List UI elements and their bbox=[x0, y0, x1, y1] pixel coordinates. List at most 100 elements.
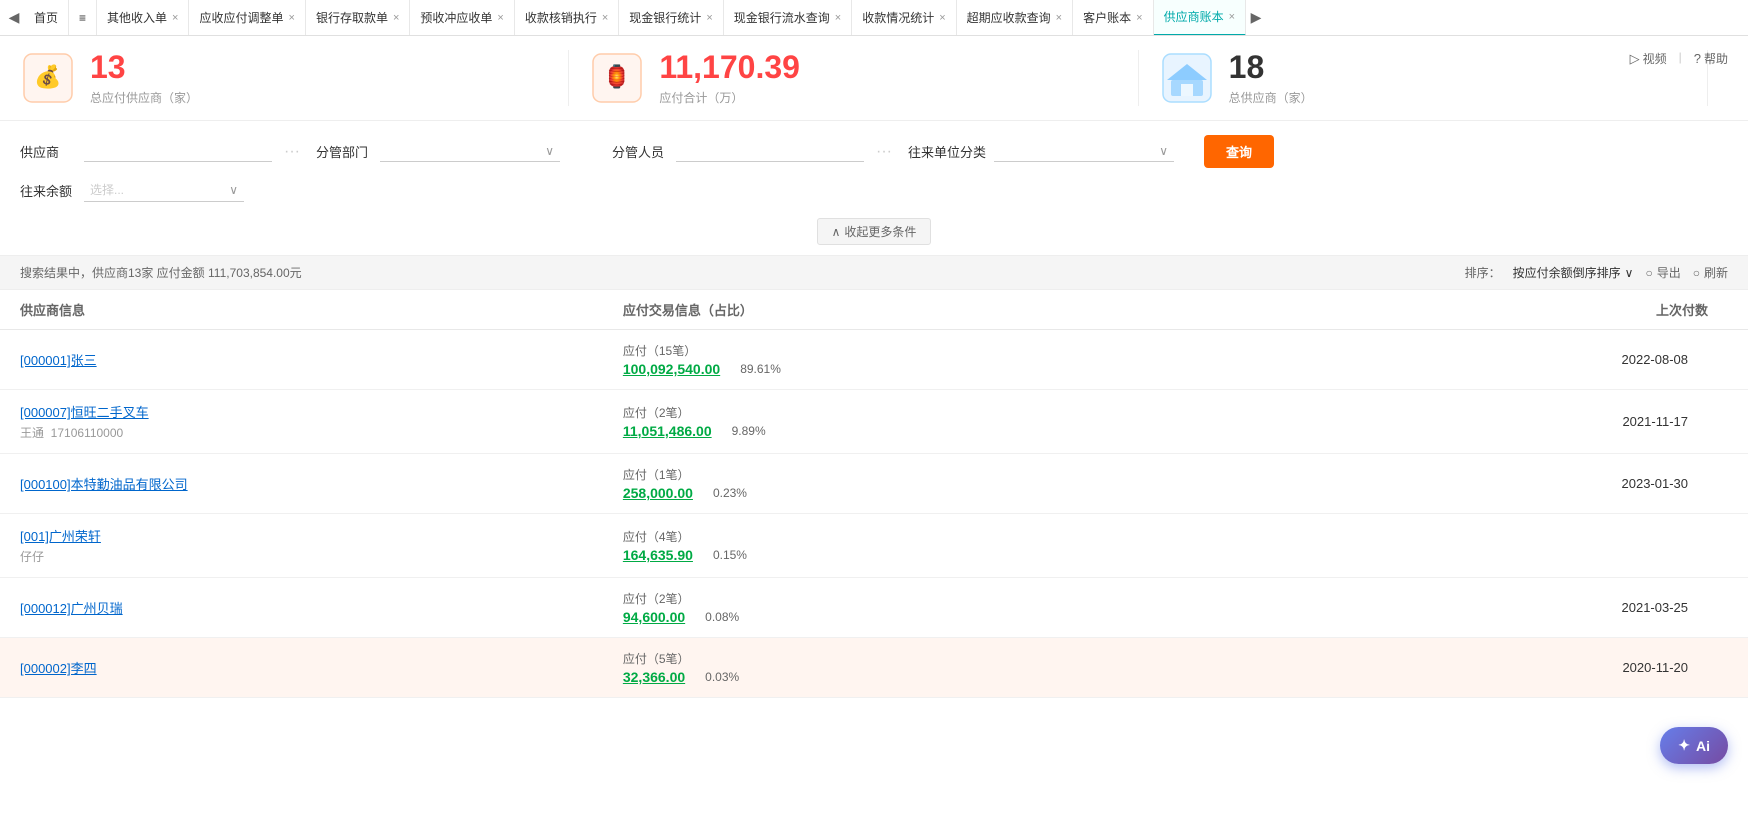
department-chevron: ∨ bbox=[545, 144, 554, 158]
nav-tab-other-income[interactable]: 其他收入单 × bbox=[97, 0, 189, 36]
trade-amount-3[interactable]: 258,000.00 bbox=[623, 485, 693, 501]
trade-amount-2[interactable]: 11,051,486.00 bbox=[623, 423, 712, 439]
nav-tab-receipt-stat[interactable]: 收款情况统计 × bbox=[852, 0, 956, 36]
sort-select[interactable]: 按应付余额倒序排序 ∨ bbox=[1513, 264, 1634, 281]
department-select[interactable]: ∨ bbox=[380, 141, 560, 162]
trade-cell-3: 应付（1笔） 258,000.00 0.23% bbox=[623, 466, 1346, 501]
last-pay-cell-5: 2021-03-25 bbox=[1346, 600, 1728, 615]
ap-suppliers-number: 13 bbox=[90, 50, 198, 85]
close-overdue-ar[interactable]: × bbox=[1056, 12, 1062, 24]
table-row[interactable]: [000001]张三 应付（15笔） 100,092,540.00 89.61%… bbox=[0, 330, 1748, 390]
nav-tab-overdue-ar[interactable]: 超期应收款查询 × bbox=[957, 0, 1073, 36]
trade-amount-6[interactable]: 32,366.00 bbox=[623, 669, 685, 685]
table-row[interactable]: [001]广州荣轩 仔仔 应付（4笔） 164,635.90 0.15% bbox=[0, 514, 1748, 578]
export-btn[interactable]: ○ 导出 bbox=[1645, 264, 1680, 281]
supplier-input[interactable] bbox=[84, 141, 272, 162]
table-row[interactable]: [000012]广州贝瑞 应付（2笔） 94,600.00 0.08% 2021… bbox=[0, 578, 1748, 638]
header-last-pay: 上次付数 bbox=[1346, 300, 1728, 319]
search-button[interactable]: 查询 bbox=[1204, 135, 1274, 168]
table-row[interactable]: [000100]本特勤油品有限公司 应付（1笔） 258,000.00 0.23… bbox=[0, 454, 1748, 514]
ap-suppliers-icon: 💰 bbox=[20, 50, 76, 106]
nav-tab-cash-flow[interactable]: 现金银行流水查询 × bbox=[724, 0, 852, 36]
total-suppliers-number: 18 bbox=[1229, 50, 1313, 85]
nav-tab-home[interactable]: 首页 bbox=[24, 0, 69, 36]
trade-cell-5: 应付（2笔） 94,600.00 0.08% bbox=[623, 590, 1346, 625]
balance-select[interactable]: 选择... ∨ bbox=[84, 178, 244, 202]
stat-ap-suppliers: 💰 13 总应付供应商（家） bbox=[20, 50, 569, 106]
supplier-label: 供应商 bbox=[20, 142, 76, 161]
nav-tab-customer-book[interactable]: 客户账本 × bbox=[1073, 0, 1153, 36]
unit-type-select[interactable]: ∨ bbox=[994, 141, 1174, 162]
close-other-income[interactable]: × bbox=[172, 12, 178, 24]
nav-tab-bank[interactable]: 银行存取款单 × bbox=[306, 0, 410, 36]
export-icon: ○ bbox=[1645, 266, 1652, 280]
filter-balance: 往来余额 选择... ∨ bbox=[20, 178, 300, 202]
trade-amount-1[interactable]: 100,092,540.00 bbox=[623, 361, 720, 377]
close-supplier-book[interactable]: × bbox=[1229, 11, 1235, 23]
ai-button[interactable]: ✦ Ai bbox=[1660, 727, 1728, 764]
filter-row-2: 往来余额 选择... ∨ bbox=[20, 178, 1728, 202]
ai-icon: ✦ bbox=[1678, 737, 1690, 754]
supplier-cell-1: [000001]张三 bbox=[20, 350, 623, 369]
result-summary: 搜索结果中，供应商13家 应付金额 111,703,854.00元 bbox=[20, 264, 302, 281]
total-amount-icon: 🏮 bbox=[589, 50, 645, 106]
close-bank[interactable]: × bbox=[393, 12, 399, 24]
total-suppliers-icon bbox=[1159, 50, 1215, 106]
department-label: 分管部门 bbox=[316, 142, 372, 161]
supplier-cell-2: [000007]恒旺二手叉车 王通 17106110000 bbox=[20, 402, 623, 441]
nav-tab-menu[interactable]: ≡ bbox=[69, 0, 97, 36]
close-receipt-stat[interactable]: × bbox=[939, 12, 945, 24]
table-header: 供应商信息 应付交易信息（占比） 上次付数 bbox=[0, 290, 1748, 330]
supplier-link-1[interactable]: [000001]张三 bbox=[20, 353, 97, 368]
nav-next-arrow[interactable]: ▶ bbox=[1246, 0, 1266, 36]
balance-label: 往来余额 bbox=[20, 181, 76, 200]
manager-dots[interactable]: ··· bbox=[876, 143, 892, 161]
close-customer-book[interactable]: × bbox=[1136, 12, 1142, 24]
sort-area: 排序： 按应付余额倒序排序 ∨ ○ 导出 ○ 刷新 bbox=[1465, 264, 1728, 281]
collapse-btn[interactable]: ∧ 收起更多条件 bbox=[817, 218, 932, 245]
supplier-link-5[interactable]: [000012]广州贝瑞 bbox=[20, 601, 123, 616]
close-cash-flow[interactable]: × bbox=[835, 12, 841, 24]
table-row[interactable]: [000007]恒旺二手叉车 王通 17106110000 应付（2笔） 11,… bbox=[0, 390, 1748, 454]
nav-tab-cash-bank-stat[interactable]: 现金银行统计 × bbox=[619, 0, 723, 36]
trade-amount-5[interactable]: 94,600.00 bbox=[623, 609, 685, 625]
result-bar: 搜索结果中，供应商13家 应付金额 111,703,854.00元 排序： 按应… bbox=[0, 256, 1748, 290]
supplier-cell-3: [000100]本特勤油品有限公司 bbox=[20, 474, 623, 493]
collapse-icon: ∧ bbox=[832, 225, 841, 239]
help-btn[interactable]: ? 帮助 bbox=[1694, 50, 1728, 67]
filter-row-1: 供应商 ··· 分管部门 ∨ 分管人员 ··· 往来单位分类 ∨ bbox=[20, 135, 1728, 168]
supplier-link-3[interactable]: [000100]本特勤油品有限公司 bbox=[20, 477, 188, 492]
refresh-btn[interactable]: ○ 刷新 bbox=[1693, 264, 1728, 281]
filter-manager: 分管人员 ··· bbox=[612, 141, 892, 162]
stat-total-suppliers: 18 总供应商（家） bbox=[1159, 50, 1708, 106]
supplier-link-4[interactable]: [001]广州荣轩 bbox=[20, 529, 101, 544]
close-prepay-ar[interactable]: × bbox=[497, 12, 503, 24]
last-pay-cell-4 bbox=[1346, 538, 1728, 553]
nav-prev-arrow[interactable]: ◀ bbox=[4, 0, 24, 36]
header-supplier: 供应商信息 bbox=[20, 300, 623, 319]
video-icon: ▷ bbox=[1630, 51, 1640, 67]
close-ar-ap[interactable]: × bbox=[289, 12, 295, 24]
supplier-link-2[interactable]: [000007]恒旺二手叉车 bbox=[20, 405, 149, 420]
filter-department: 分管部门 ∨ bbox=[316, 141, 596, 162]
manager-label: 分管人员 bbox=[612, 142, 668, 161]
filter-area: 供应商 ··· 分管部门 ∨ 分管人员 ··· 往来单位分类 ∨ bbox=[0, 121, 1748, 256]
nav-tab-supplier-book[interactable]: 供应商账本 × bbox=[1154, 0, 1246, 36]
table-row[interactable]: [000002]李四 应付（5笔） 32,366.00 0.03% 2020-1… bbox=[0, 638, 1748, 698]
manager-input[interactable] bbox=[676, 141, 864, 162]
close-cash-bank[interactable]: × bbox=[706, 12, 712, 24]
nav-tab-receipt-verify[interactable]: 收款核销执行 × bbox=[515, 0, 619, 36]
close-receipt-verify[interactable]: × bbox=[602, 12, 608, 24]
ap-suppliers-label: 总应付供应商（家） bbox=[90, 89, 198, 106]
unit-type-label: 往来单位分类 bbox=[908, 142, 986, 161]
nav-tab-prepay-ar[interactable]: 预收冲应收单 × bbox=[410, 0, 514, 36]
header-actions: ▷ 视频 | ? 帮助 bbox=[1630, 50, 1728, 67]
nav-bar: ◀ 首页 ≡ 其他收入单 × 应收应付调整单 × 银行存取款单 × 预收冲应收单… bbox=[0, 0, 1748, 36]
trade-amount-4[interactable]: 164,635.90 bbox=[623, 547, 693, 563]
last-pay-cell-6: 2020-11-20 bbox=[1346, 660, 1728, 675]
supplier-link-6[interactable]: [000002]李四 bbox=[20, 661, 97, 676]
nav-tab-ar-ap-adjust[interactable]: 应收应付调整单 × bbox=[189, 0, 305, 36]
trade-cell-2: 应付（2笔） 11,051,486.00 9.89% bbox=[623, 404, 1346, 439]
video-btn[interactable]: ▷ 视频 bbox=[1630, 50, 1667, 67]
supplier-dots[interactable]: ··· bbox=[284, 143, 300, 161]
